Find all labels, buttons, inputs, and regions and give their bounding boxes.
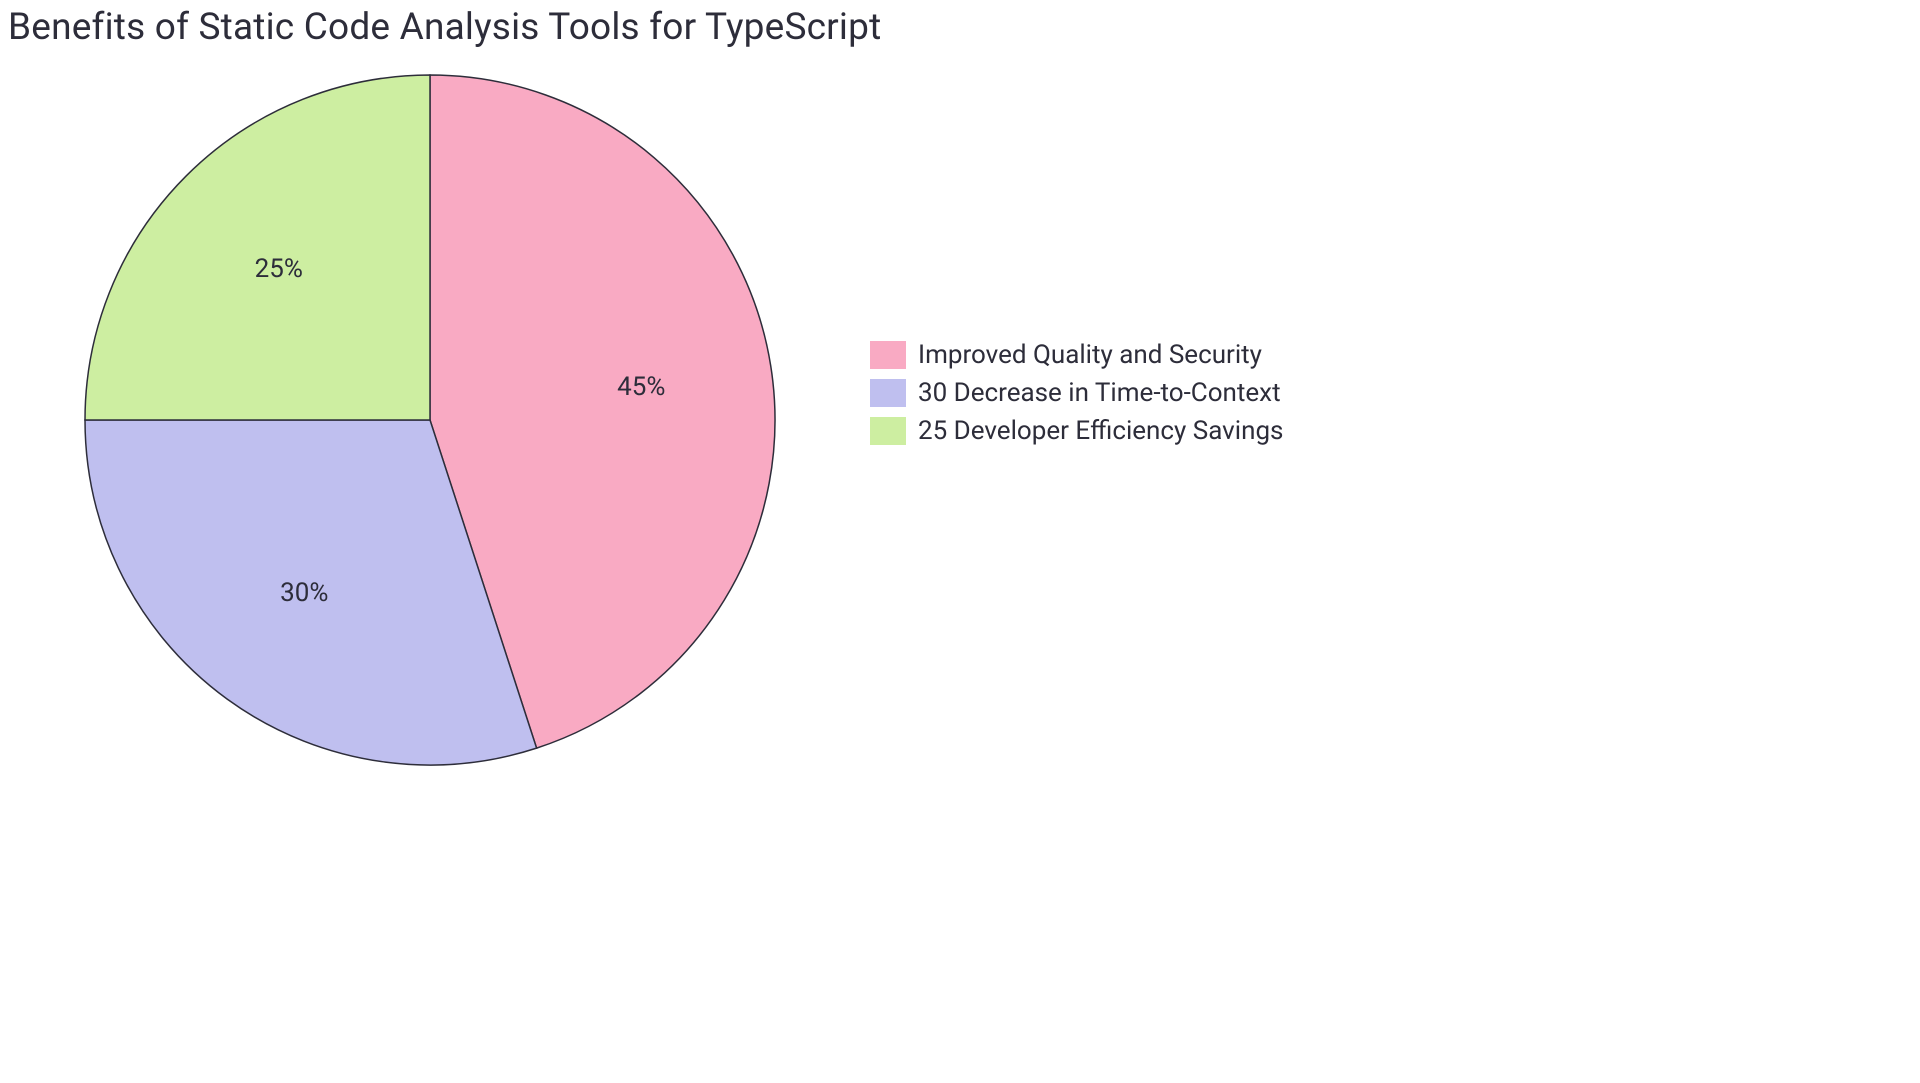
legend-label-2: 25 Developer Efficiency Savings — [918, 416, 1283, 446]
legend-swatch-0 — [870, 341, 906, 369]
slice-label-1: 30% — [280, 578, 328, 608]
slice-label-0: 45% — [617, 372, 665, 402]
chart-container: Benefits of Static Code Analysis Tools f… — [0, 0, 1440, 810]
legend-item-2: 25 Developer Efficiency Savings — [870, 416, 1283, 446]
pie-chart: 45% 30% 25% — [80, 70, 780, 770]
legend-item-0: Improved Quality and Security — [870, 340, 1283, 370]
pie-slice-2 — [85, 75, 430, 420]
pie-slices — [85, 75, 775, 765]
slice-label-2: 25% — [255, 254, 303, 284]
pie-svg — [80, 70, 780, 770]
legend-swatch-1 — [870, 379, 906, 407]
legend-label-1: 30 Decrease in Time-to-Context — [918, 378, 1281, 408]
legend-item-1: 30 Decrease in Time-to-Context — [870, 378, 1283, 408]
legend-swatch-2 — [870, 417, 906, 445]
legend-label-0: Improved Quality and Security — [918, 340, 1262, 370]
legend: Improved Quality and Security 30 Decreas… — [870, 340, 1283, 454]
chart-title: Benefits of Static Code Analysis Tools f… — [8, 6, 881, 49]
